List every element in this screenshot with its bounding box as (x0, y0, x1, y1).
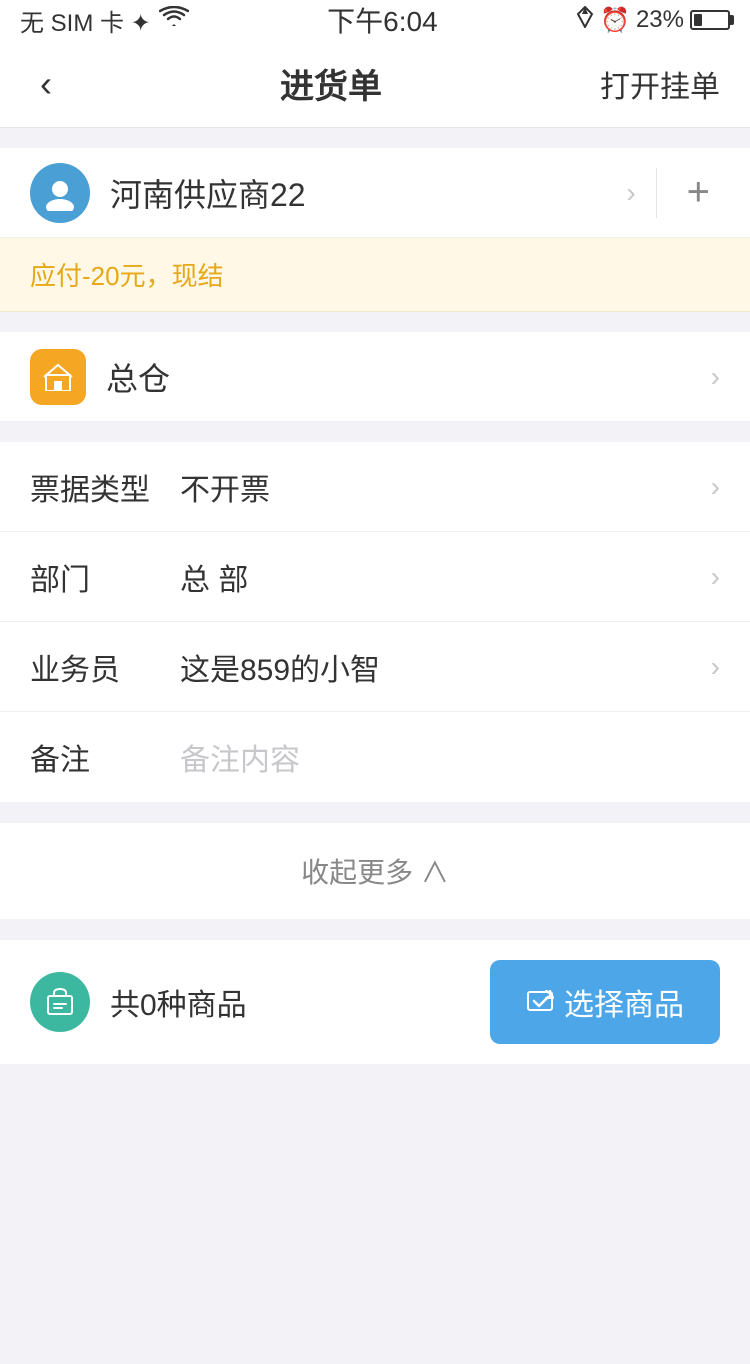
status-right: ⏰ 23% (576, 6, 730, 35)
location-icon (576, 6, 594, 35)
supplier-section: 河南供应商22 › + 应付-20元，现结 (0, 148, 750, 312)
remark-label: 备注 (30, 735, 160, 779)
warehouse-row[interactable]: 总仓 › (0, 332, 750, 422)
remark-value[interactable]: 备注内容 (180, 735, 720, 779)
sales-person-row[interactable]: 业务员 这是859的小智 › (0, 622, 750, 712)
supplier-chevron-icon: › (626, 177, 635, 209)
form-section: 票据类型 不开票 › 部门 总 部 › 业务员 这是859的小智 › 备注 备注… (0, 442, 750, 802)
invoice-type-label: 票据类型 (30, 465, 160, 509)
invoice-type-value: 不开票 (180, 465, 711, 509)
sales-person-value: 这是859的小智 (180, 645, 711, 689)
department-row[interactable]: 部门 总 部 › (0, 532, 750, 622)
page-title: 进货单 (280, 59, 382, 108)
warehouse-section: 总仓 › (0, 332, 750, 422)
collapse-label: 收起更多 ∧ (301, 851, 449, 891)
invoice-type-chevron-icon: › (711, 471, 720, 503)
vertical-divider (656, 168, 657, 218)
notice-text: 应付-20元，现结 (30, 261, 224, 291)
supplier-row[interactable]: 河南供应商22 › + (0, 148, 750, 238)
invoice-type-row[interactable]: 票据类型 不开票 › (0, 442, 750, 532)
product-count-text: 共0种商品 (110, 980, 490, 1024)
warehouse-icon (30, 349, 86, 405)
battery-label: 23% (636, 6, 684, 34)
supplier-avatar (30, 163, 90, 223)
select-product-label: 选择商品 (564, 980, 684, 1024)
add-button[interactable]: + (677, 160, 720, 225)
remark-row[interactable]: 备注 备注内容 (0, 712, 750, 802)
battery-icon (690, 10, 730, 30)
notice-bar: 应付-20元，现结 (0, 238, 750, 312)
wifi-icon (159, 6, 189, 35)
sales-person-chevron-icon: › (711, 651, 720, 683)
top-divider (0, 128, 750, 148)
status-time: 下午6:04 (327, 0, 438, 40)
alarm-icon: ⏰ (600, 6, 630, 35)
status-bar: 无 SIM 卡 ✦ 下午6:04 ⏰ 23% (0, 0, 750, 40)
bottom-area (0, 1064, 750, 1364)
department-value: 总 部 (180, 555, 711, 599)
department-label: 部门 (30, 555, 160, 599)
warehouse-chevron-icon: › (711, 361, 720, 393)
department-chevron-icon: › (711, 561, 720, 593)
open-pending-button[interactable]: 打开挂单 (600, 62, 720, 106)
select-product-button[interactable]: 选择商品 (490, 960, 720, 1044)
nav-bar: ‹ 进货单 打开挂单 (0, 40, 750, 128)
collapse-bar[interactable]: 收起更多 ∧ (0, 822, 750, 919)
product-count-icon (30, 972, 90, 1032)
warehouse-name: 总仓 (106, 354, 711, 400)
footer-bar: 共0种商品 选择商品 (0, 939, 750, 1064)
sim-label: 无 SIM 卡 ✦ (20, 3, 151, 38)
back-button[interactable]: ‹ (30, 53, 62, 115)
supplier-name: 河南供应商22 (110, 170, 626, 216)
sales-person-label: 业务员 (30, 645, 160, 689)
status-left: 无 SIM 卡 ✦ (20, 3, 189, 38)
